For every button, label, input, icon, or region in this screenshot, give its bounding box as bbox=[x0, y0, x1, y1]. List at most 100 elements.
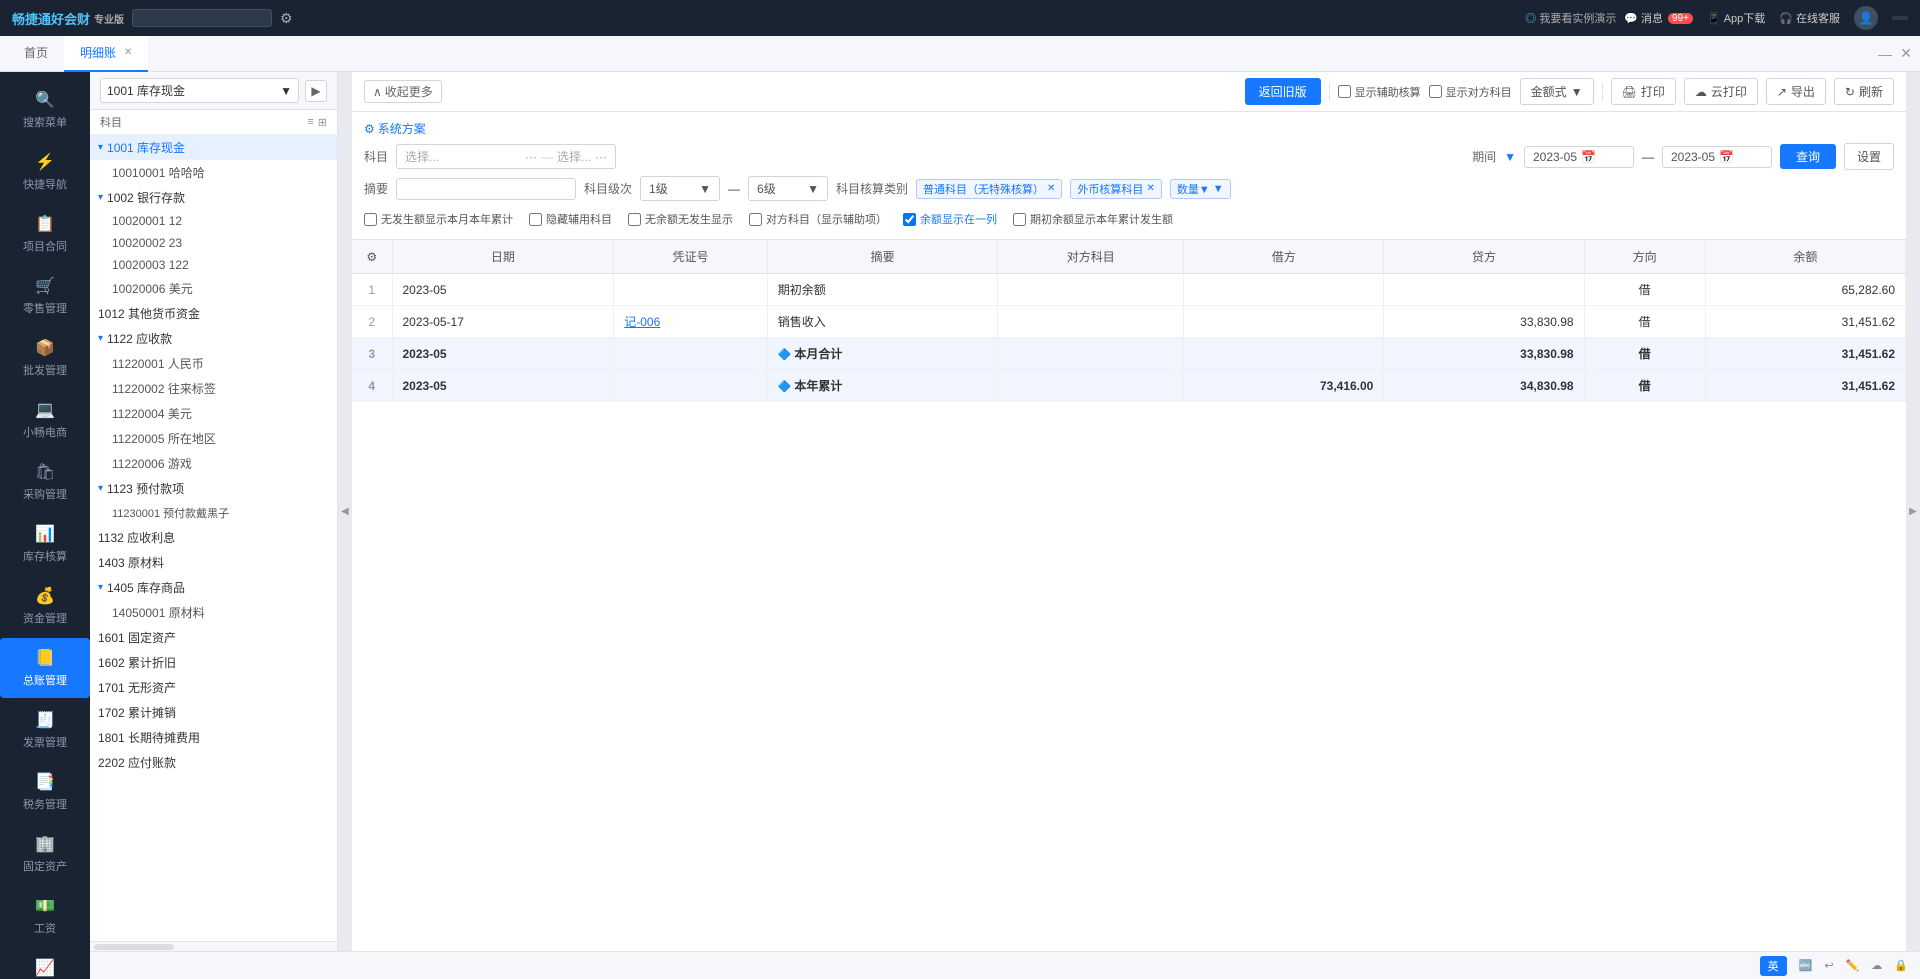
filter-no-bal[interactable]: 无发生额显示本月本年累计 bbox=[364, 211, 513, 227]
tree-item-11220004[interactable]: 11220004 美元 bbox=[90, 401, 337, 426]
tree-item-11220001[interactable]: 11220001 人民币 bbox=[90, 351, 337, 376]
tree-item-1405[interactable]: ▾ 1405 库存商品 bbox=[90, 575, 337, 600]
tree-item-11220005[interactable]: 11220005 所在地区 bbox=[90, 426, 337, 451]
sidebar-item-retail[interactable]: 🛒 零售管理 bbox=[0, 266, 90, 326]
filter-hide-aux[interactable]: 隐藏辅用科目 bbox=[529, 211, 612, 227]
left-panel-collapse[interactable]: ◀ bbox=[338, 72, 352, 951]
summary-input[interactable] bbox=[396, 178, 576, 200]
tree-item-10010001[interactable]: 10010001 哈哈哈 bbox=[90, 160, 337, 185]
print-btn[interactable]: 🖨 打印 bbox=[1611, 78, 1676, 105]
period-dropdown-icon[interactable]: ▼ bbox=[1504, 150, 1516, 164]
tree-item-1122[interactable]: ▾ 1122 应收款 bbox=[90, 326, 337, 351]
return-old-version-btn[interactable]: 返回旧版 bbox=[1245, 78, 1321, 105]
cloud-print-btn[interactable]: ☁ 云打印 bbox=[1684, 78, 1758, 105]
top-search-input[interactable] bbox=[132, 9, 272, 27]
tree-item-1801[interactable]: 1801 长期待摊费用 bbox=[90, 725, 337, 750]
show-opposite-check[interactable]: 显示对方科目 bbox=[1429, 84, 1512, 100]
tab-home[interactable]: 首页 bbox=[8, 36, 64, 72]
tree-item-14050001[interactable]: 14050001 原材料 bbox=[90, 600, 337, 625]
tree-expand-icon[interactable]: ⊞ bbox=[318, 116, 327, 129]
sidebar-item-invoice[interactable]: 🧾 发票管理 bbox=[0, 700, 90, 760]
tree-item-10020001[interactable]: 10020001 12 bbox=[90, 210, 337, 232]
tree-item-2202[interactable]: 2202 应付账款 bbox=[90, 750, 337, 775]
subject-input[interactable]: 选择... ··· — 选择... ··· bbox=[396, 144, 616, 169]
sidebar-item-ecommerce[interactable]: 💻 小畅电商 bbox=[0, 390, 90, 450]
sidebar-item-ops[interactable]: 📈 经营管理 bbox=[0, 948, 90, 979]
right-panel-collapse[interactable]: ▶ bbox=[1906, 72, 1920, 951]
sidebar-item-fixed-assets[interactable]: 🏢 固定资产 bbox=[0, 824, 90, 884]
sidebar-item-inventory[interactable]: 📊 库存核算 bbox=[0, 514, 90, 574]
tree-item-10020006[interactable]: 10020006 美元 bbox=[90, 276, 337, 301]
filter-opening[interactable]: 期初余额显示本年累计发生额 bbox=[1013, 211, 1173, 227]
tree-item-1403[interactable]: 1403 原材料 bbox=[90, 550, 337, 575]
tag-close-1[interactable]: ✕ bbox=[1146, 183, 1154, 194]
sidebar-item-purchase[interactable]: 🛍 采购管理 bbox=[0, 452, 90, 512]
online-service-btn[interactable]: 🎧 在线客服 bbox=[1779, 10, 1840, 26]
tree-item-10020003[interactable]: 10020003 122 bbox=[90, 254, 337, 276]
account-nav-next[interactable]: ▶ bbox=[305, 80, 327, 102]
tree-item-1702[interactable]: 1702 累计摊销 bbox=[90, 700, 337, 725]
account-selector[interactable]: 1001 库存现金 ▼ bbox=[100, 78, 299, 103]
export-btn[interactable]: ↗ 导出 bbox=[1766, 78, 1826, 105]
tab-close-icon[interactable]: ✕ bbox=[124, 47, 132, 58]
window-close-icon[interactable]: ✕ bbox=[1900, 45, 1912, 62]
tree-item-1602[interactable]: 1602 累计折旧 bbox=[90, 650, 337, 675]
app-download-btn[interactable]: 📱 App下载 bbox=[1707, 10, 1765, 26]
sidebar-item-project[interactable]: 📋 项目合同 bbox=[0, 204, 90, 264]
tree-item-1701[interactable]: 1701 无形资产 bbox=[90, 675, 337, 700]
period-start-input[interactable]: 2023-05 📅 bbox=[1524, 146, 1634, 168]
refresh-btn[interactable]: ↻ 刷新 bbox=[1834, 78, 1894, 105]
message-icon-btn[interactable]: 💬 消息 99+ bbox=[1624, 10, 1693, 26]
col-settings[interactable]: ⚙ bbox=[352, 240, 392, 274]
tree-list-icon[interactable]: ≡ bbox=[307, 116, 313, 129]
period-end-input[interactable]: 2023-05 📅 bbox=[1662, 146, 1772, 168]
bottom-icon-5[interactable]: 🔒 bbox=[1894, 959, 1908, 972]
tab-detail[interactable]: 明细账 ✕ bbox=[64, 36, 148, 72]
category-tag-1[interactable]: 外币核算科目 ✕ bbox=[1070, 179, 1161, 199]
tree-item-1001[interactable]: ▾ 1001 库存现金 bbox=[90, 135, 337, 160]
demo-link[interactable]: ◎ 我要看实例演示 bbox=[1525, 10, 1616, 26]
setting-btn[interactable]: 设置 bbox=[1844, 143, 1894, 170]
sidebar-item-capital[interactable]: 💰 资金管理 bbox=[0, 576, 90, 636]
category-tag-2[interactable]: 数量▼ ▼ bbox=[1170, 179, 1231, 199]
filter-opposite[interactable]: 对方科目（显示辅助项） bbox=[749, 211, 887, 227]
tree-item-1123[interactable]: ▾ 1123 预付款项 bbox=[90, 476, 337, 501]
tag-close-0[interactable]: ✕ bbox=[1047, 183, 1055, 194]
voucher-link-2[interactable]: 记-006 bbox=[624, 315, 660, 329]
filter-no-zero[interactable]: 无余额无发生显示 bbox=[628, 211, 733, 227]
lang-toggle-btn[interactable]: 英 bbox=[1760, 956, 1787, 976]
tree-item-1012[interactable]: 1012 其他货币资金 bbox=[90, 301, 337, 326]
bottom-icon-4[interactable]: ☁ bbox=[1871, 959, 1882, 972]
filter-balance-col[interactable]: 余额显示在一列 bbox=[903, 211, 997, 227]
category-tag-0[interactable]: 普通科目（无特殊核算） ✕ bbox=[916, 179, 1062, 199]
collapse-more-btn[interactable]: ∧ 收起更多 bbox=[364, 80, 442, 103]
tree-item-1601[interactable]: 1601 固定资产 bbox=[90, 625, 337, 650]
sidebar-item-wholesale[interactable]: 📦 批发管理 bbox=[0, 328, 90, 388]
bottom-icon-2[interactable]: ↩ bbox=[1824, 959, 1833, 972]
tree-item-11220006[interactable]: 11220006 游戏 bbox=[90, 451, 337, 476]
level-end-select[interactable]: 6级 ▼ bbox=[748, 176, 828, 201]
scheme-selector[interactable]: ⚙ 系统方案 bbox=[364, 120, 426, 137]
show-aux-check[interactable]: 显示辅助核算 bbox=[1338, 84, 1421, 100]
gear-icon[interactable]: ⚙ bbox=[280, 10, 293, 27]
tree-item-11220002[interactable]: 11220002 往来标签 bbox=[90, 376, 337, 401]
col-summary: 摘要 bbox=[767, 240, 998, 274]
sidebar-item-payroll[interactable]: 💵 工资 bbox=[0, 886, 90, 946]
level-start-select[interactable]: 1级 ▼ bbox=[640, 176, 720, 201]
bottom-icon-3[interactable]: ✏️ bbox=[1846, 959, 1860, 972]
tree-item-1132[interactable]: 1132 应收利息 bbox=[90, 525, 337, 550]
tree-item-11230001[interactable]: 11230001 预付款戴黑子 bbox=[90, 501, 337, 525]
sidebar-item-tax[interactable]: 📑 税务管理 bbox=[0, 762, 90, 822]
query-btn[interactable]: 查询 bbox=[1780, 144, 1836, 169]
user-avatar[interactable]: 👤 bbox=[1854, 6, 1878, 30]
show-opposite-checkbox[interactable] bbox=[1429, 85, 1442, 98]
sidebar-item-accounting[interactable]: 📒 总账管理 bbox=[0, 638, 90, 698]
amount-format-dropdown[interactable]: 金额式 ▼ bbox=[1520, 78, 1594, 105]
show-aux-checkbox[interactable] bbox=[1338, 85, 1351, 98]
window-minimize-icon[interactable]: — bbox=[1878, 46, 1892, 62]
bottom-icon-1[interactable]: 🔤 bbox=[1799, 959, 1813, 972]
sidebar-item-search[interactable]: 🔍 搜索菜单 bbox=[0, 80, 90, 140]
tree-item-10020002[interactable]: 10020002 23 bbox=[90, 232, 337, 254]
tree-item-1002[interactable]: ▾ 1002 银行存款 bbox=[90, 185, 337, 210]
sidebar-item-quick-nav[interactable]: ⚡ 快捷导航 bbox=[0, 142, 90, 202]
